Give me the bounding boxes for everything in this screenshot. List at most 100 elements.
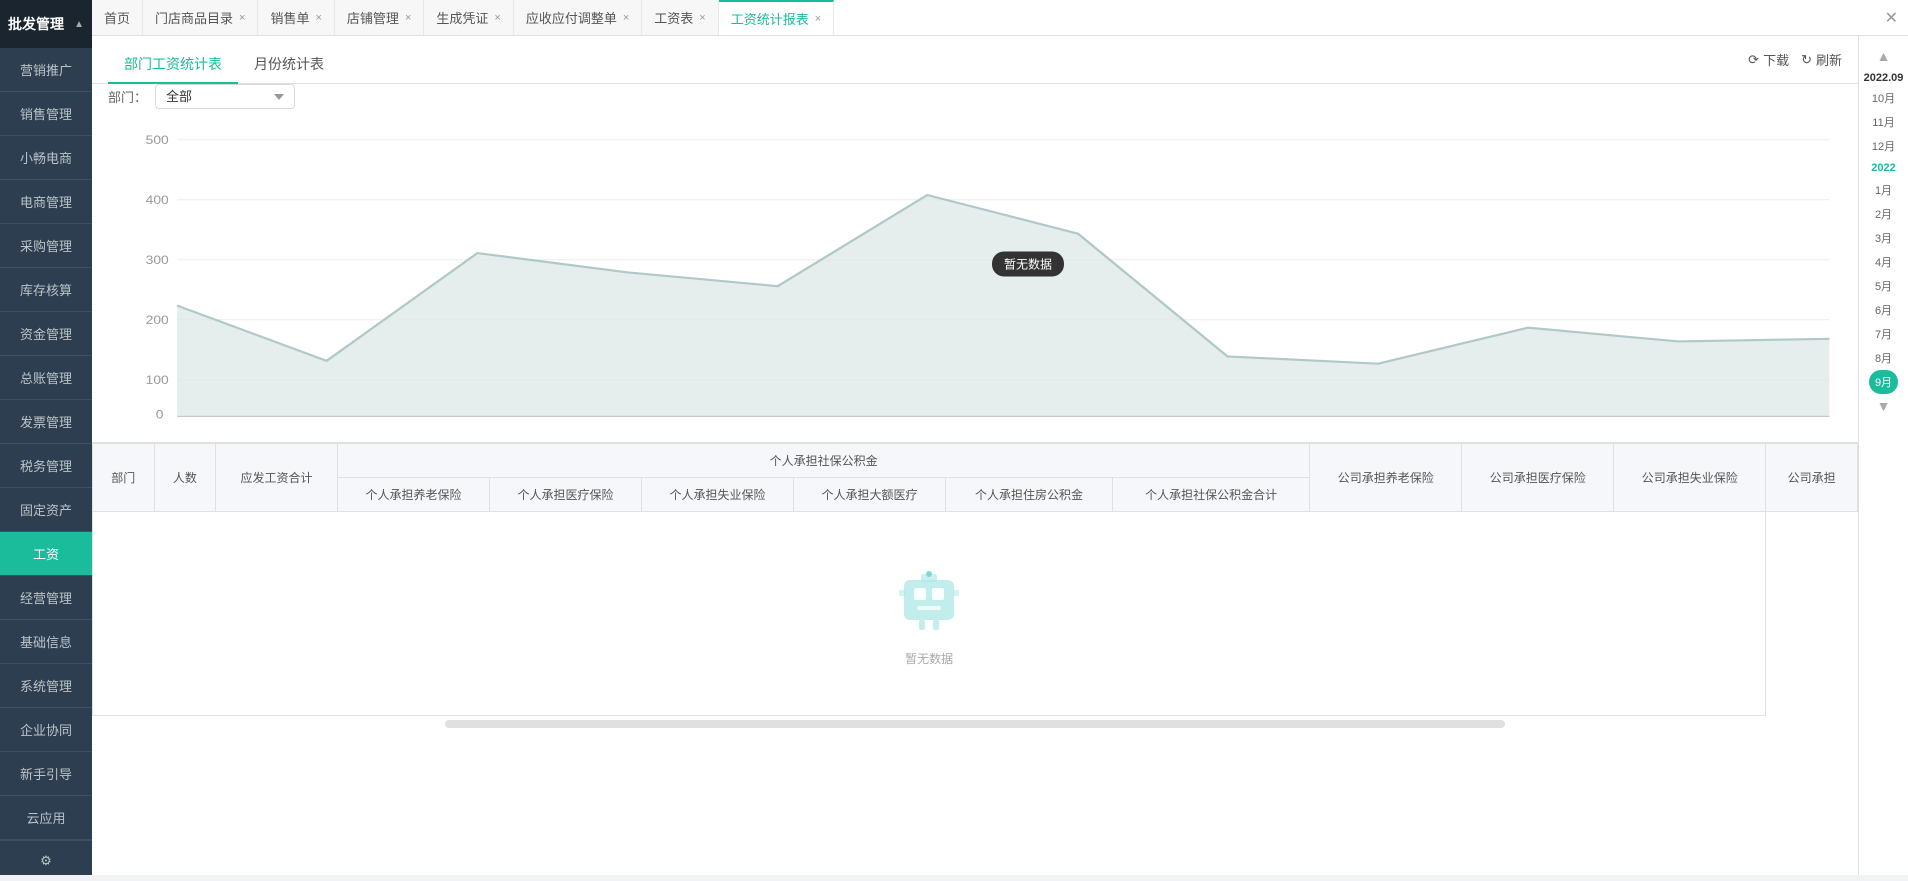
calendar-year-2022: 2022.09 bbox=[1864, 72, 1904, 84]
filter-label: 部门： bbox=[108, 87, 147, 106]
chart-svg: 500 400 300 200 100 0 bbox=[108, 129, 1842, 429]
tab-bar-end: ✕ bbox=[1867, 8, 1908, 28]
col-company-unemployment: 公司承担失业保险 bbox=[1614, 444, 1766, 512]
col-personal-medical: 个人承担医疗保险 bbox=[489, 478, 641, 512]
tab-close-5[interactable]: × bbox=[623, 12, 629, 24]
sidebar-item-系统管理[interactable]: 系统管理 bbox=[0, 664, 92, 708]
sidebar-item-小畅电商[interactable]: 小畅电商 bbox=[0, 136, 92, 180]
sidebar-item-电商管理[interactable]: 电商管理 bbox=[0, 180, 92, 224]
col-company-medical: 公司承担医疗保险 bbox=[1462, 444, 1614, 512]
tab-2[interactable]: 销售单× bbox=[258, 0, 334, 35]
sidebar-item-采购管理[interactable]: 采购管理 bbox=[0, 224, 92, 268]
tab-7[interactable]: 工资统计报表× bbox=[719, 0, 834, 35]
tab-5[interactable]: 应收应付调整单× bbox=[514, 0, 642, 35]
tab-4[interactable]: 生成凭证× bbox=[424, 0, 513, 35]
tab-3[interactable]: 店铺管理× bbox=[335, 0, 424, 35]
col-company-more: 公司承担 bbox=[1766, 444, 1858, 512]
sidebar-item-经营管理[interactable]: 经营管理 bbox=[0, 576, 92, 620]
cal-month-current-2月[interactable]: 2月 bbox=[1869, 202, 1898, 226]
col-personal-housing: 个人承担住房公积金 bbox=[945, 478, 1112, 512]
col-personal-unemployment: 个人承担失业保险 bbox=[641, 478, 793, 512]
download-button[interactable]: ⟳ 下载 bbox=[1748, 50, 1789, 69]
sidebar-item-固定资产[interactable]: 固定资产 bbox=[0, 488, 92, 532]
table-scrollbar[interactable] bbox=[445, 720, 1505, 728]
empty-text: 暂无数据 bbox=[905, 650, 953, 667]
svg-text:400: 400 bbox=[146, 193, 169, 207]
chart-tooltip: 暂无数据 bbox=[992, 252, 1064, 277]
refresh-icon: ↻ bbox=[1801, 52, 1812, 68]
tab-close-3[interactable]: × bbox=[405, 12, 411, 24]
chart-area: 500 400 300 200 100 0 bbox=[92, 119, 1858, 442]
col-personal-major-medical: 个人承担大额医疗 bbox=[793, 478, 945, 512]
col-department: 部门 bbox=[93, 444, 155, 512]
col-group-personal: 个人承担社保公积金 bbox=[337, 444, 1309, 478]
tab-monthly-stats[interactable]: 月份统计表 bbox=[238, 46, 340, 84]
right-calendar-panel: ▲ 2022.09 10月11月12月 2022 1月2月3月4月5月6月7月8… bbox=[1858, 36, 1908, 875]
cal-month-current-3月[interactable]: 3月 bbox=[1869, 226, 1898, 250]
cal-month-current-6月[interactable]: 6月 bbox=[1869, 298, 1898, 322]
department-select[interactable]: 全部 bbox=[155, 84, 295, 109]
cal-month-2022-12月[interactable]: 12月 bbox=[1866, 134, 1901, 158]
tab-close-1[interactable]: × bbox=[239, 12, 245, 24]
tab-close-7[interactable]: × bbox=[815, 13, 821, 25]
download-icon: ⟳ bbox=[1748, 52, 1759, 68]
tab-1[interactable]: 门店商品目录× bbox=[143, 0, 258, 35]
sidebar-item-营销推广[interactable]: 营销推广 bbox=[0, 48, 92, 92]
sidebar-item-企业协同[interactable]: 企业协同 bbox=[0, 708, 92, 752]
close-all-icon[interactable]: ✕ bbox=[1885, 8, 1898, 28]
main-area: 首页门店商品目录×销售单×店铺管理×生成凭证×应收应付调整单×工资表×工资统计报… bbox=[92, 0, 1908, 875]
inner-tabs: 部门工资统计表 月份统计表 bbox=[108, 36, 1748, 83]
content-area: 部门工资统计表 月份统计表 ⟳ 下载 ↻ 刷新 部门： bbox=[92, 36, 1908, 875]
tab-close-2[interactable]: × bbox=[315, 12, 321, 24]
sidebar-item-基础信息[interactable]: 基础信息 bbox=[0, 620, 92, 664]
svg-text:0: 0 bbox=[156, 407, 164, 421]
cal-month-current-4月[interactable]: 4月 bbox=[1869, 250, 1898, 274]
svg-text:300: 300 bbox=[146, 253, 169, 267]
calendar-nav-up[interactable]: ▲ bbox=[1873, 44, 1895, 68]
download-label: 下载 bbox=[1763, 50, 1789, 69]
col-personal-pension: 个人承担养老保险 bbox=[337, 478, 489, 512]
tab-6[interactable]: 工资表× bbox=[642, 0, 718, 35]
sidebar-item-发票管理[interactable]: 发票管理 bbox=[0, 400, 92, 444]
sidebar-item-总账管理[interactable]: 总账管理 bbox=[0, 356, 92, 400]
tab-0[interactable]: 首页 bbox=[92, 0, 143, 35]
tab-close-4[interactable]: × bbox=[494, 12, 500, 24]
tab-close-6[interactable]: × bbox=[699, 12, 705, 24]
sidebar-item-库存核算[interactable]: 库存核算 bbox=[0, 268, 92, 312]
cal-month-current-1月[interactable]: 1月 bbox=[1869, 178, 1898, 202]
table-area[interactable]: 部门 人数 应发工资合计 个人承担社保公积金 公司承担养老保险 公司承担医疗保险… bbox=[92, 442, 1858, 875]
tab-bar: 首页门店商品目录×销售单×店铺管理×生成凭证×应收应付调整单×工资表×工资统计报… bbox=[92, 0, 1908, 36]
sidebar-item-资金管理[interactable]: 资金管理 bbox=[0, 312, 92, 356]
cal-month-current-7月[interactable]: 7月 bbox=[1869, 322, 1898, 346]
calendar-year-label-2022: 2022 bbox=[1859, 158, 1908, 178]
svg-text:200: 200 bbox=[146, 313, 169, 327]
sidebar-item-云应用[interactable]: 云应用 bbox=[0, 796, 92, 840]
sidebar-item-新手引导[interactable]: 新手引导 bbox=[0, 752, 92, 796]
page-content: 部门工资统计表 月份统计表 ⟳ 下载 ↻ 刷新 部门： bbox=[92, 36, 1858, 875]
sidebar-item-销售管理[interactable]: 销售管理 bbox=[0, 92, 92, 136]
tab-department-stats[interactable]: 部门工资统计表 bbox=[108, 46, 238, 84]
col-personal-total: 个人承担社保公积金合计 bbox=[1113, 478, 1310, 512]
col-total-salary: 应发工资合计 bbox=[216, 444, 338, 512]
col-company-pension: 公司承担养老保险 bbox=[1310, 444, 1462, 512]
col-count: 人数 bbox=[154, 444, 216, 512]
sidebar-toggle-icon: ▲ bbox=[74, 19, 84, 30]
data-table: 部门 人数 应发工资合计 个人承担社保公积金 公司承担养老保险 公司承担医疗保险… bbox=[92, 443, 1858, 716]
sidebar-title: 批发管理 bbox=[8, 14, 64, 34]
cal-month-current-8月[interactable]: 8月 bbox=[1869, 346, 1898, 370]
table-row-empty: 暂无数据 bbox=[93, 512, 1858, 716]
sidebar-item-工资[interactable]: 工资 bbox=[0, 532, 92, 576]
refresh-button[interactable]: ↻ 刷新 bbox=[1801, 50, 1842, 69]
cal-month-2022-11月[interactable]: 11月 bbox=[1866, 110, 1901, 134]
sidebar: 批发管理 ▲ 营销推广销售管理小畅电商电商管理采购管理库存核算资金管理总账管理发… bbox=[0, 0, 92, 875]
cal-month-current-9月[interactable]: 9月 bbox=[1869, 370, 1898, 394]
cal-month-2022-10月[interactable]: 10月 bbox=[1866, 86, 1901, 110]
cal-month-current-5月[interactable]: 5月 bbox=[1869, 274, 1898, 298]
sidebar-item-税务管理[interactable]: 税务管理 bbox=[0, 444, 92, 488]
calendar-nav-down[interactable]: ▼ bbox=[1873, 394, 1895, 418]
settings-icon: ⚙ bbox=[40, 853, 52, 868]
svg-text:100: 100 bbox=[146, 373, 169, 387]
refresh-label: 刷新 bbox=[1816, 50, 1842, 69]
sidebar-header[interactable]: 批发管理 ▲ bbox=[0, 0, 92, 48]
empty-state: 暂无数据 bbox=[105, 520, 1753, 707]
